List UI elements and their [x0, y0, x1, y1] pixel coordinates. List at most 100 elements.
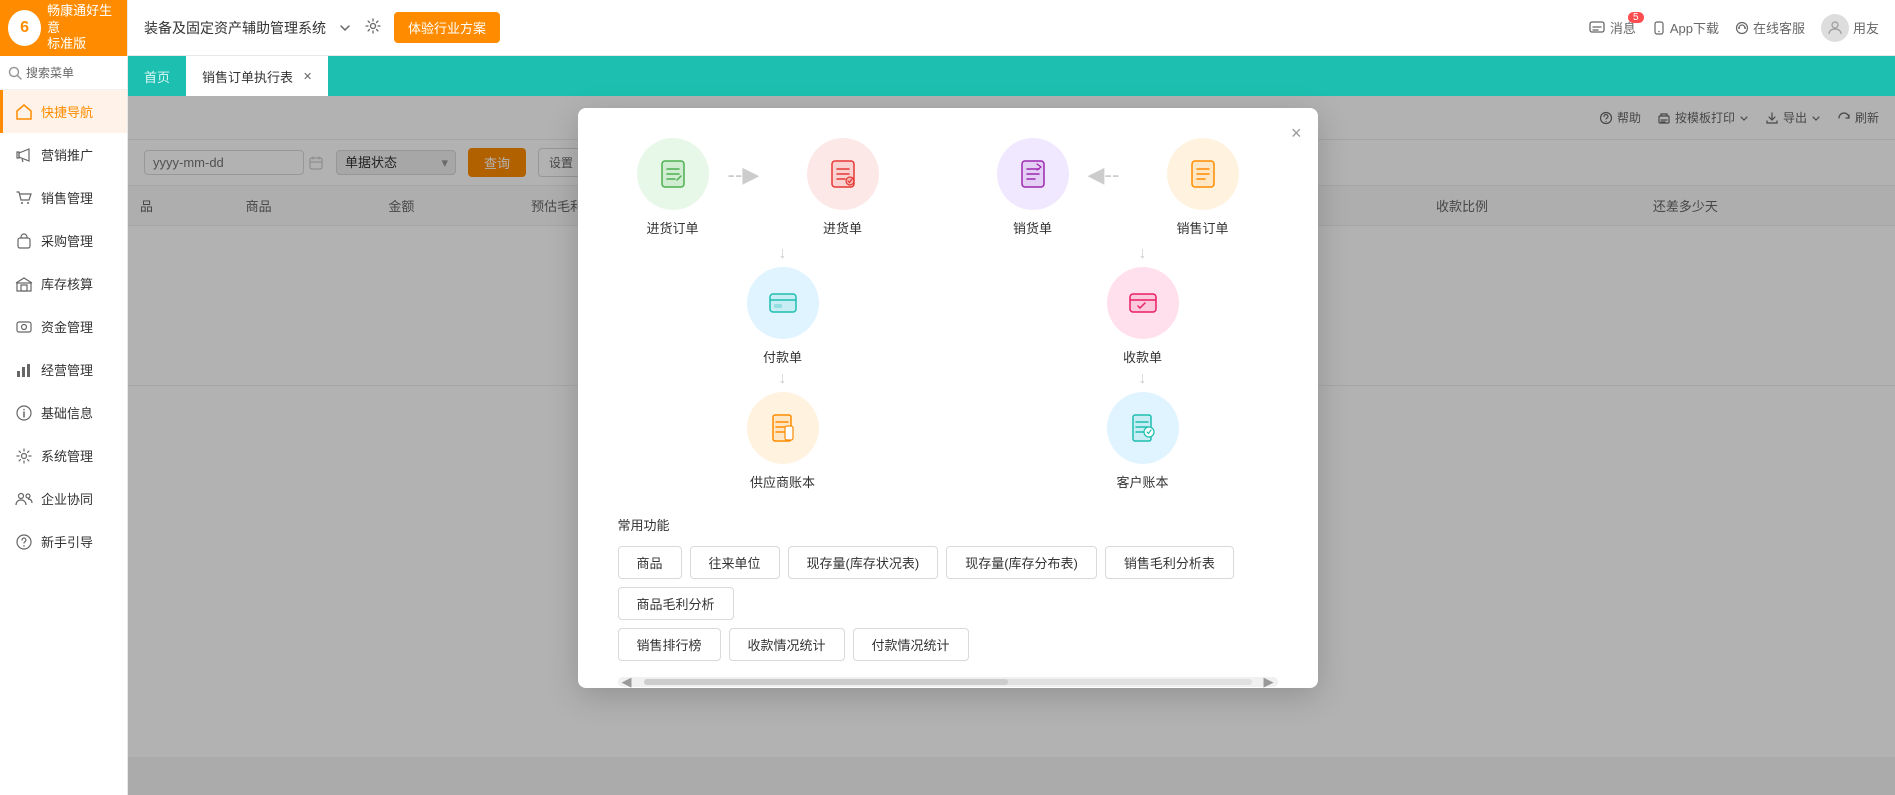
header-right: 5 消息 App下载 在线客服: [1588, 14, 1879, 42]
tab-sales-order[interactable]: 销售订单执行表 ✕: [186, 56, 328, 96]
message-badge: 5: [1628, 12, 1644, 23]
sidebar-item-label-home: 快捷导航: [41, 102, 93, 121]
service-icon: [1735, 21, 1749, 35]
money-icon: [15, 318, 33, 336]
scrollbar-track: [644, 679, 1252, 685]
tab-close-icon[interactable]: ✕: [303, 70, 312, 83]
func-btns-row1: 商品 往来单位 现存量(库存状况表) 现存量(库存分布表) 销售毛利分析表 商品…: [618, 546, 1278, 620]
quick-nav-modal: × 进货订单 - - ▶: [578, 108, 1318, 688]
flow-circle-purchase-order: [637, 138, 709, 210]
chart-icon: [15, 361, 33, 379]
app-download-btn[interactable]: App下载: [1652, 18, 1719, 37]
sidebar-item-label-system: 系统管理: [41, 446, 93, 465]
arrow-sales-to-receipt: ↓: [1139, 245, 1147, 263]
flow-circle-sales: [997, 138, 1069, 210]
info-icon: [15, 404, 33, 422]
func-btn-payment-stats[interactable]: 付款情况统计: [853, 628, 969, 661]
app-download-label: App下载: [1670, 18, 1719, 37]
func-btn-stock-status[interactable]: 现存量(库存状况表): [788, 546, 939, 579]
sidebar-item-system[interactable]: 系统管理: [0, 434, 127, 477]
func-btn-receipt-stats[interactable]: 收款情况统计: [729, 628, 845, 661]
sidebar-item-guide[interactable]: 新手引导: [0, 520, 127, 563]
settings-icon-btn[interactable]: [364, 17, 382, 38]
sidebar-logo: 6 畅康通好生意 标准版: [0, 0, 127, 56]
warehouse-icon: [15, 275, 33, 293]
flow-node-sales: 销货单: [978, 138, 1088, 237]
sidebar-item-enterprise[interactable]: 企业协同: [0, 477, 127, 520]
gear-icon: [364, 17, 382, 35]
flow-circle-customer-account: [1107, 392, 1179, 464]
sidebar-item-inventory[interactable]: 库存核算: [0, 262, 127, 305]
func-btn-counterparty[interactable]: 往来单位: [690, 546, 780, 579]
chevron-down-icon: [338, 21, 352, 35]
flow-label-sales: 销货单: [1013, 218, 1052, 237]
arrow-receipt-to-customer: ↓: [1139, 370, 1147, 388]
flow-label-receipt: 收款单: [1123, 347, 1162, 366]
app-header: 装备及固定资产辅助管理系统 体验行业方案 5 消息 App下载: [128, 0, 1895, 56]
experience-btn[interactable]: 体验行业方案: [394, 12, 500, 43]
func-btn-product-profit[interactable]: 商品毛利分析: [618, 587, 734, 620]
logo-line2: 标准版: [47, 36, 119, 53]
sidebar-item-home[interactable]: 快捷导航: [0, 90, 127, 133]
flow-circle-receipt: [1107, 267, 1179, 339]
sidebar-item-label-guide: 新手引导: [41, 532, 93, 551]
sidebar-item-sales[interactable]: 销售管理: [0, 176, 127, 219]
user-icon: [1827, 20, 1843, 36]
guide-icon: [15, 533, 33, 551]
megaphone-icon: [15, 146, 33, 164]
settings-icon: [15, 447, 33, 465]
sidebar-item-operations[interactable]: 经营管理: [0, 348, 127, 391]
sidebar-item-finance[interactable]: 资金管理: [0, 305, 127, 348]
cart-icon: [15, 189, 33, 207]
sidebar-item-purchase[interactable]: 采购管理: [0, 219, 127, 262]
sidebar: 6 畅康通好生意 标准版 搜索菜单 快捷导航 营销推广: [0, 0, 128, 795]
flow-circle-payment: [747, 267, 819, 339]
sidebar-nav: 快捷导航 营销推广 销售管理 采购管理: [0, 90, 127, 795]
common-functions: 常用功能 商品 往来单位 现存量(库存状况表) 现存量(库存分布表) 销售毛利分…: [618, 515, 1278, 661]
modal-scrollbar: ◀ ▶: [618, 677, 1278, 687]
scroll-left-icon[interactable]: ◀: [618, 674, 636, 688]
tabbar: 首页 销售订单执行表 ✕: [128, 56, 1895, 96]
sidebar-item-label-basic: 基础信息: [41, 403, 93, 422]
flow-label-sales-order: 销售订单: [1176, 218, 1228, 237]
func-btn-sales-profit[interactable]: 销售毛利分析表: [1105, 546, 1234, 579]
online-service-label: 在线客服: [1753, 18, 1805, 37]
flow-label-purchase: 进货单: [823, 218, 862, 237]
func-btn-sales-rank[interactable]: 销售排行榜: [618, 628, 721, 661]
arrow-purchase-to-payment: ↓: [779, 245, 787, 263]
bag-icon: [15, 232, 33, 250]
message-btn[interactable]: 5 消息: [1588, 18, 1636, 37]
user-name: 用友: [1853, 18, 1879, 37]
tab-home[interactable]: 首页: [128, 56, 186, 96]
mobile-icon: [1652, 21, 1666, 35]
flow-circle-supplier-account: [747, 392, 819, 464]
logo-number: 6: [20, 19, 29, 37]
flow-node-purchase: 进货单: [788, 138, 898, 237]
sidebar-item-label-operations: 经营管理: [41, 360, 93, 379]
arrow-sales-order-to-sales: ◀ - -: [1088, 162, 1117, 188]
avatar: [1821, 14, 1849, 42]
team-icon: [15, 490, 33, 508]
common-title: 常用功能: [618, 515, 1278, 534]
flow-label-customer-account: 客户账本: [1116, 472, 1168, 491]
func-btn-product[interactable]: 商品: [618, 546, 682, 579]
sidebar-item-basic[interactable]: 基础信息: [0, 391, 127, 434]
sidebar-item-label-inventory: 库存核算: [41, 274, 93, 293]
home-icon: [15, 103, 33, 121]
sidebar-item-marketing[interactable]: 营销推广: [0, 133, 127, 176]
flow-node-purchase-order: 进货订单: [618, 138, 728, 237]
func-btn-stock-dist[interactable]: 现存量(库存分布表): [946, 546, 1097, 579]
sidebar-search[interactable]: 搜索菜单: [0, 56, 127, 90]
scrollbar-thumb[interactable]: [644, 679, 1009, 685]
online-service-btn[interactable]: 在线客服: [1735, 18, 1805, 37]
system-dropdown[interactable]: [338, 21, 352, 35]
search-menu-label: 搜索菜单: [26, 64, 74, 81]
arrow-payment-to-supplier: ↓: [779, 370, 787, 388]
search-icon: [8, 66, 22, 80]
logo-line1: 畅康通好生意: [47, 3, 119, 37]
scroll-right-icon[interactable]: ▶: [1260, 674, 1278, 688]
modal-close-btn[interactable]: ×: [1291, 124, 1302, 142]
flow-label-purchase-order: 进货订单: [646, 218, 698, 237]
user-btn[interactable]: 用友: [1821, 14, 1879, 42]
message-icon: [1588, 19, 1606, 37]
